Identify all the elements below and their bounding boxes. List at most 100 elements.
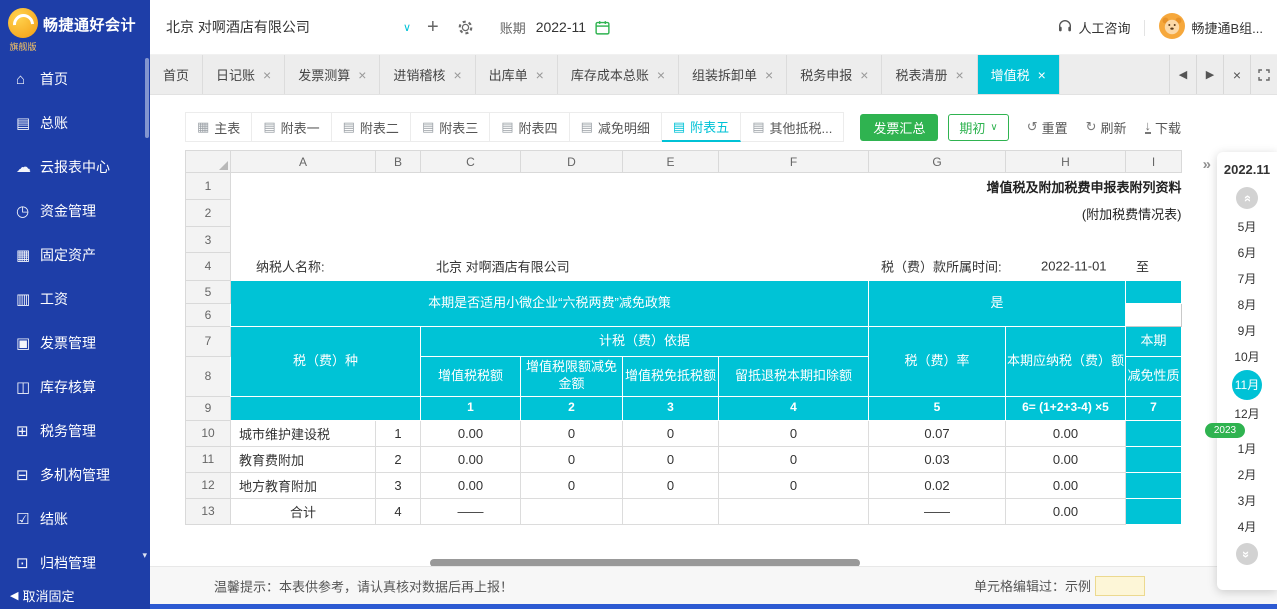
data-cell[interactable]: 0.00 xyxy=(1005,419,1126,447)
index-cell[interactable]: 7 xyxy=(1125,395,1182,421)
tab-close-icon[interactable]: × xyxy=(453,68,461,82)
subtab-main-sheet[interactable]: ▦ 主表 xyxy=(185,112,253,142)
tab-journal[interactable]: 日记账 × xyxy=(203,55,286,94)
index-cell[interactable]: 5 xyxy=(868,395,1006,421)
line-no-cell[interactable]: 4 xyxy=(375,497,421,525)
tab-invoice-calc[interactable]: 发票测算 × xyxy=(285,55,381,94)
data-cell[interactable]: 0.00 xyxy=(1005,471,1126,499)
row-header[interactable]: 13 xyxy=(185,497,231,525)
sidebar-item-salary[interactable]: ▥ 工资 xyxy=(0,277,150,321)
invoice-summary-button[interactable]: 发票汇总 xyxy=(860,113,939,141)
refresh-button[interactable]: ↻ 刷新 xyxy=(1086,118,1127,137)
cell[interactable] xyxy=(1125,445,1182,473)
cell[interactable] xyxy=(1125,497,1182,525)
index-cell[interactable]: 4 xyxy=(718,395,869,421)
month-item-april[interactable]: 4月 xyxy=(1217,513,1277,539)
payable-header-cell[interactable]: 本期应纳税（费）额 xyxy=(1005,325,1126,397)
add-button[interactable]: + xyxy=(427,16,439,39)
column-header-g[interactable]: G xyxy=(868,150,1006,173)
data-cell[interactable] xyxy=(520,497,623,525)
data-cell[interactable]: —— xyxy=(420,497,521,525)
basis-group-header-cell[interactable]: 计税（费）依据 xyxy=(420,325,869,357)
row-header[interactable]: 12 xyxy=(185,471,231,499)
cell[interactable] xyxy=(1125,302,1182,327)
data-cell[interactable]: 0 xyxy=(622,471,719,499)
data-cell[interactable]: 0.07 xyxy=(868,419,1006,447)
data-cell[interactable]: 0.03 xyxy=(868,445,1006,473)
settings-gear-icon[interactable] xyxy=(457,19,474,36)
cell[interactable] xyxy=(1125,419,1182,447)
row-header[interactable]: 1 xyxy=(185,172,231,200)
month-item-january[interactable]: 1月 xyxy=(1217,435,1277,461)
month-item-july[interactable]: 7月 xyxy=(1217,265,1277,291)
unpin-sidebar-button[interactable]: ◀ 取消固定 xyxy=(10,586,74,605)
tab-tax-filing[interactable]: 税务申报 × xyxy=(787,55,883,94)
sidebar-scrollbar-thumb[interactable] xyxy=(145,58,149,138)
tax-name-cell[interactable]: 地方教育附加 xyxy=(230,471,376,499)
tax-name-cell[interactable]: 城市维护建设税 xyxy=(230,419,376,447)
tab-outbound[interactable]: 出库单 × xyxy=(476,55,558,94)
month-item-september[interactable]: 9月 xyxy=(1217,317,1277,343)
subtab-exemption-detail[interactable]: ▤ 减免明细 xyxy=(569,112,662,142)
sidebar-item-general-ledger[interactable]: ▤ 总账 xyxy=(0,101,150,145)
index-cell[interactable]: 6= (1+2+3-4) ×5 xyxy=(1005,395,1126,421)
policy-question-cell[interactable]: 本期是否适用小微企业“六税两费”减免政策 xyxy=(230,279,869,327)
data-cell[interactable]: 0 xyxy=(622,445,719,473)
row-header[interactable]: 4 xyxy=(185,252,231,281)
subtab-appendix-5[interactable]: ▤ 附表五 xyxy=(661,112,742,142)
panel-collapse-icon[interactable]: » xyxy=(1203,156,1211,173)
sheet-title-cell[interactable]: 增值税及附加税费申报表附列资料 xyxy=(230,172,1182,200)
tax-name-cell[interactable]: 教育费附加 xyxy=(230,445,376,473)
data-cell[interactable] xyxy=(622,497,719,525)
user-menu[interactable]: 畅捷通B组... xyxy=(1159,13,1263,42)
tab-vat[interactable]: 增值税 × xyxy=(977,55,1060,94)
month-item-august[interactable]: 8月 xyxy=(1217,291,1277,317)
empty-cell[interactable] xyxy=(230,226,1182,253)
tab-close-icon[interactable]: × xyxy=(358,68,366,82)
corner-cell[interactable] xyxy=(185,150,231,173)
subtab-appendix-2[interactable]: ▤ 附表二 xyxy=(331,112,411,142)
subtab-other-credit[interactable]: ▤ 其他抵税... xyxy=(741,112,845,142)
total-label-cell[interactable]: 合计 xyxy=(230,497,376,525)
data-cell[interactable]: 0 xyxy=(718,471,869,499)
data-cell[interactable]: 0 xyxy=(520,471,623,499)
tabs-close-button[interactable]: × xyxy=(1223,55,1250,94)
cell[interactable] xyxy=(1125,471,1182,499)
tab-inventory-cost-ledger[interactable]: 库存成本总账 × xyxy=(558,55,680,94)
cell[interactable] xyxy=(1125,279,1182,304)
tab-close-icon[interactable]: × xyxy=(860,68,868,82)
scroll-up-button[interactable]: » xyxy=(1236,187,1258,209)
sheet-subtitle-cell[interactable]: (附加税费情况表) xyxy=(230,199,1182,227)
basis-col-3-header-cell[interactable]: 增值税免抵税额 xyxy=(622,355,719,397)
row-header[interactable]: 10 xyxy=(185,419,231,447)
column-header-b[interactable]: B xyxy=(375,150,421,173)
data-cell[interactable] xyxy=(718,497,869,525)
tab-close-icon[interactable]: × xyxy=(1038,68,1046,82)
sidebar-scroll-down-icon[interactable]: ▾ xyxy=(142,550,147,561)
column-header-c[interactable]: C xyxy=(420,150,521,173)
data-cell[interactable]: 0.00 xyxy=(420,471,521,499)
sidebar-item-archive[interactable]: ⊡ 归档管理 xyxy=(0,541,150,585)
tab-purchase-audit[interactable]: 进销稽核 × xyxy=(380,55,476,94)
data-cell[interactable]: 0.00 xyxy=(420,445,521,473)
row-header[interactable]: 5 xyxy=(185,279,231,304)
tab-close-icon[interactable]: × xyxy=(657,68,665,82)
subtab-appendix-1[interactable]: ▤ 附表一 xyxy=(252,112,332,142)
month-item-february[interactable]: 2月 xyxy=(1217,461,1277,487)
tab-home[interactable]: 首页 xyxy=(150,55,204,94)
tab-close-icon[interactable]: × xyxy=(955,68,963,82)
tabs-prev-button[interactable]: ◀ xyxy=(1169,55,1196,94)
scroll-down-button[interactable]: » xyxy=(1236,543,1258,565)
tab-close-icon[interactable]: × xyxy=(765,68,773,82)
reset-button[interactable]: ↺ 重置 xyxy=(1027,118,1068,137)
column-header-a[interactable]: A xyxy=(230,150,376,173)
row-header[interactable]: 8 xyxy=(185,355,231,397)
calendar-icon[interactable] xyxy=(594,19,611,36)
nature-header-cell[interactable]: 减免性质 xyxy=(1125,355,1182,397)
tabs-next-button[interactable]: ▶ xyxy=(1196,55,1223,94)
sidebar-item-funds[interactable]: ◷ 资金管理 xyxy=(0,189,150,233)
tab-close-icon[interactable]: × xyxy=(263,68,271,82)
month-item-november-active[interactable]: 11月 xyxy=(1217,369,1277,400)
column-header-h[interactable]: H xyxy=(1005,150,1126,173)
row-header[interactable]: 7 xyxy=(185,325,231,357)
